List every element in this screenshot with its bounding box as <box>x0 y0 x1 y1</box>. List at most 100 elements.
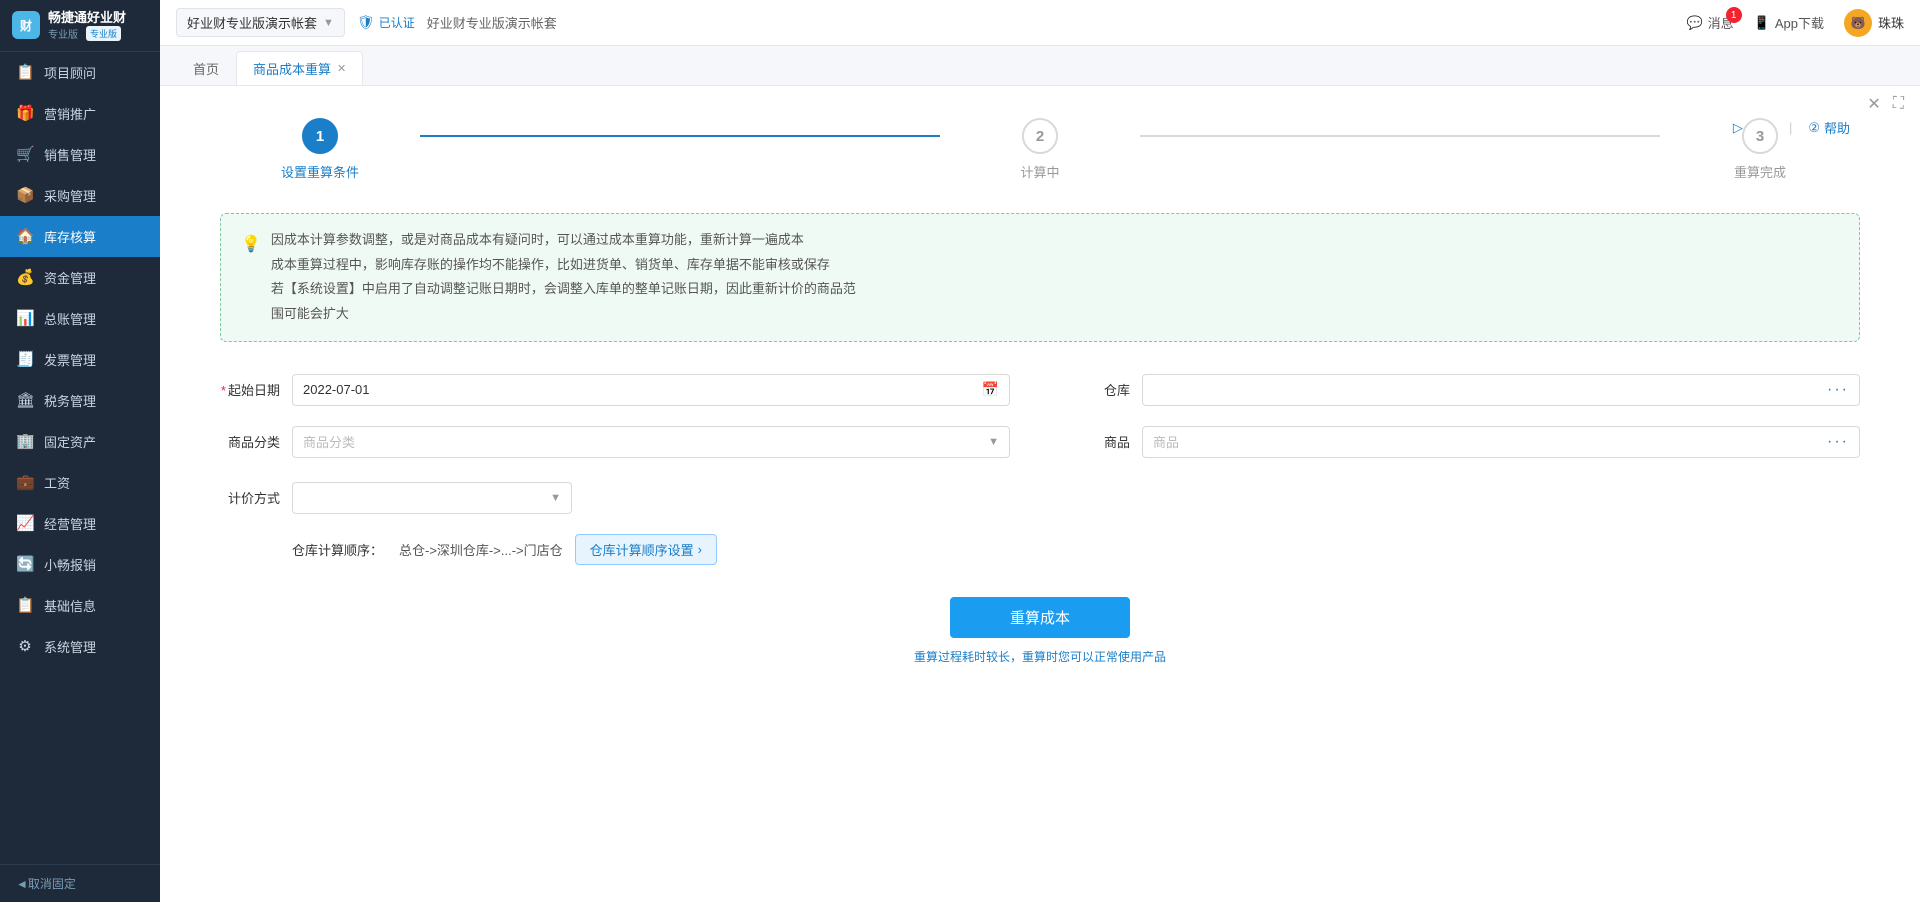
account-dropdown-icon: ▼ <box>323 17 334 29</box>
logo-text: 畅捷通好业财 <box>48 10 126 26</box>
sidebar-item-operations[interactable]: 📈 经营管理 <box>0 503 160 544</box>
avatar[interactable]: 🐻 <box>1844 9 1872 37</box>
logo-sub: 专业版 <box>48 26 78 41</box>
info-line2: 成本重算过程中，影响库存账的操作均不能操作，比如进货单、销货单、库存单据不能审核… <box>271 253 856 278</box>
topbar-actions: 💬 消息 1 📱 App下载 🐻 珠珠 <box>1686 9 1904 37</box>
sidebar-item-basic[interactable]: 📋 基础信息 <box>0 585 160 626</box>
sidebar-item-system[interactable]: ⚙ 系统管理 <box>0 626 160 667</box>
category-placeholder: 商品分类 <box>303 432 988 451</box>
sidebar-item-finance[interactable]: 💰 资金管理 <box>0 257 160 298</box>
category-label: 商品分类 <box>220 432 280 451</box>
sidebar-item-salary[interactable]: 💼 工资 <box>0 462 160 503</box>
account-name: 好业财专业版演示帐套 <box>187 13 317 32</box>
submit-button[interactable]: 重算成本 <box>950 597 1130 638</box>
sidebar-item-tax[interactable]: 🏛 税务管理 <box>0 380 160 421</box>
pricing-label: 计价方式 <box>220 488 280 507</box>
start-date-value: 2022-07-01 <box>303 382 982 397</box>
sidebar: 财 畅捷通好业财 专业版 专业版 📋 项目顾问 🎁 营销推广 🛒 销售管理 📦 … <box>0 0 160 902</box>
content-area: ✕ ⛶ ▷ 视频 | ② 帮助 1 设置重算条件 <box>160 86 1920 902</box>
tab-cost-label: 商品成本重算 <box>253 59 331 78</box>
message-button[interactable]: 💬 消息 1 <box>1686 13 1733 32</box>
sidebar-item-accounting[interactable]: 📊 总账管理 <box>0 298 160 339</box>
sidebar-item-label: 销售管理 <box>44 145 96 164</box>
info-line3: 若【系统设置】中启用了自动调整记账日期时，会调整入库单的整单记账日期，因此重新计… <box>271 277 856 302</box>
app-download-button[interactable]: 📱 App下载 <box>1754 13 1824 32</box>
user-area[interactable]: 🐻 珠珠 <box>1844 9 1904 37</box>
sidebar-item-invoice[interactable]: 🧾 发票管理 <box>0 339 160 380</box>
verified-text: 已认证 <box>379 14 415 31</box>
message-badge: 1 <box>1726 7 1742 23</box>
account-selector[interactable]: 好业财专业版演示帐套 ▼ <box>176 8 345 37</box>
close-window-button[interactable]: ✕ <box>1867 94 1880 114</box>
verified-badge: 🛡 已认证 <box>357 14 415 31</box>
expense-icon: 🔄 <box>16 555 34 573</box>
sidebar-item-label: 资金管理 <box>44 268 96 287</box>
pricing-input[interactable]: ▼ <box>292 482 572 514</box>
finance-icon: 💰 <box>16 268 34 286</box>
maximize-window-button[interactable]: ⛶ <box>1893 95 1904 113</box>
submit-hint: 重算过程耗时较长，重算时您可以正常使用产品 <box>220 648 1860 665</box>
step-2-label: 计算中 <box>1020 162 1059 181</box>
goods-input[interactable]: 商品 ··· <box>1142 426 1860 458</box>
form-grid: *起始日期 2022-07-01 📅 仓库 ··· 商品分类 商品分类 <box>220 374 1860 458</box>
step-1-circle: 1 <box>302 118 338 154</box>
system-icon: ⚙ <box>16 637 34 655</box>
message-icon: 💬 <box>1686 15 1702 31</box>
calendar-icon[interactable]: 📅 <box>982 381 999 398</box>
sidebar-item-label: 项目顾问 <box>44 63 96 82</box>
warehouse-order-prefix: 仓库计算顺序： <box>292 540 383 559</box>
operations-icon: 📈 <box>16 514 34 532</box>
main-area: 好业财专业版演示帐套 ▼ 🛡 已认证 好业财专业版演示帐套 💬 消息 1 📱 A… <box>160 0 1920 902</box>
sidebar-item-expense[interactable]: 🔄 小畅报销 <box>0 544 160 585</box>
pricing-dropdown-icon: ▼ <box>550 492 561 504</box>
sidebar-item-inventory[interactable]: 🏠 库存核算 <box>0 216 160 257</box>
tab-cost[interactable]: 商品成本重算 ✕ <box>236 51 363 85</box>
app-label: App下载 <box>1775 13 1824 32</box>
goods-more-icon[interactable]: ··· <box>1827 433 1849 451</box>
pricing-row: 计价方式 ▼ <box>220 482 1860 514</box>
tab-home-label: 首页 <box>193 59 219 78</box>
salary-icon: 💼 <box>16 473 34 491</box>
sidebar-nav: 📋 项目顾问 🎁 营销推广 🛒 销售管理 📦 采购管理 🏠 库存核算 💰 资金管… <box>0 52 160 864</box>
marketing-icon: 🎁 <box>16 104 34 122</box>
tab-home[interactable]: 首页 <box>176 51 236 85</box>
tab-cost-close[interactable]: ✕ <box>337 62 346 75</box>
sidebar-item-assets[interactable]: 🏢 固定资产 <box>0 421 160 462</box>
sidebar-item-label: 税务管理 <box>44 391 96 410</box>
start-date-label: *起始日期 <box>220 380 280 399</box>
step-1-label: 设置重算条件 <box>281 162 359 181</box>
warehouse-input[interactable]: ··· <box>1142 374 1860 406</box>
start-date-input[interactable]: 2022-07-01 📅 <box>292 374 1010 406</box>
project-icon: 📋 <box>16 63 34 81</box>
company-name: 好业财专业版演示帐套 <box>427 13 557 32</box>
unpin-label: ◄取消固定 <box>16 875 76 892</box>
sidebar-item-project[interactable]: 📋 项目顾问 <box>0 52 160 93</box>
warehouse-order-settings-button[interactable]: 仓库计算顺序设置 › <box>575 534 717 565</box>
step-2: 2 计算中 <box>940 118 1140 181</box>
goods-placeholder: 商品 <box>1153 432 1827 451</box>
submit-label: 重算成本 <box>1010 610 1070 627</box>
bulb-icon: 💡 <box>241 230 261 327</box>
tabs-bar: 首页 商品成本重算 ✕ <box>160 46 1920 86</box>
sidebar-item-label: 固定资产 <box>44 432 96 451</box>
sidebar-logo: 财 畅捷通好业财 专业版 专业版 <box>0 0 160 52</box>
warehouse-more-icon[interactable]: ··· <box>1827 381 1849 399</box>
sidebar-unpin[interactable]: ◄取消固定 <box>0 864 160 902</box>
required-star: * <box>221 383 226 398</box>
username: 珠珠 <box>1878 13 1904 32</box>
sidebar-item-label: 总账管理 <box>44 309 96 328</box>
info-box: 💡 因成本计算参数调整，或是对商品成本有疑问时，可以通过成本重算功能，重新计算一… <box>220 213 1860 342</box>
category-input[interactable]: 商品分类 ▼ <box>292 426 1010 458</box>
sidebar-item-label: 经营管理 <box>44 514 96 533</box>
warehouse-order-row: 仓库计算顺序： 总仓->深圳仓库->...->门店仓 仓库计算顺序设置 › <box>220 534 1860 565</box>
sidebar-item-sales[interactable]: 🛒 销售管理 <box>0 134 160 175</box>
sidebar-item-marketing[interactable]: 🎁 营销推广 <box>0 93 160 134</box>
info-text: 因成本计算参数调整，或是对商品成本有疑问时，可以通过成本重算功能，重新计算一遍成… <box>271 228 856 327</box>
sidebar-item-label: 基础信息 <box>44 596 96 615</box>
sidebar-item-purchase[interactable]: 📦 采购管理 <box>0 175 160 216</box>
sidebar-item-label: 采购管理 <box>44 186 96 205</box>
sidebar-item-label: 营销推广 <box>44 104 96 123</box>
sidebar-item-label: 工资 <box>44 473 70 492</box>
step-line-1 <box>420 135 940 137</box>
goods-row: 商品 商品 ··· <box>1070 426 1860 458</box>
